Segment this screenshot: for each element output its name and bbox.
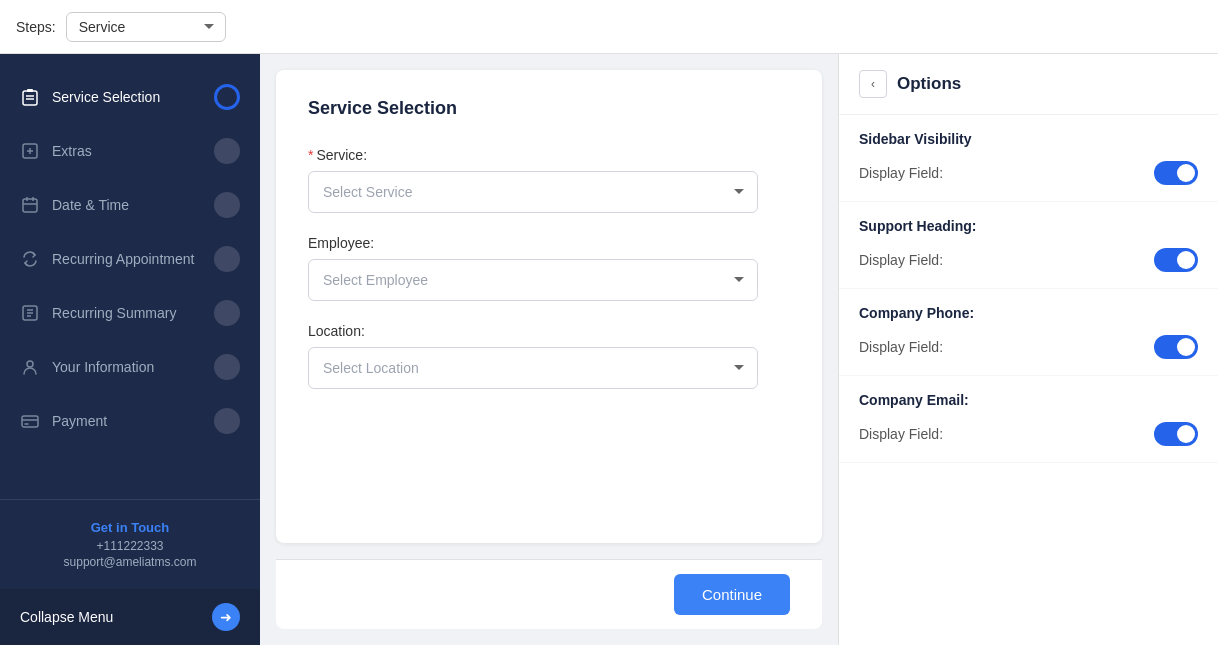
step-indicator-your-information: [214, 354, 240, 380]
svg-rect-0: [23, 91, 37, 105]
service-select[interactable]: Select Service: [308, 171, 758, 213]
sidebar-item-label-recurring-appointment: Recurring Appointment: [52, 250, 202, 268]
service-required-star: *: [308, 147, 313, 163]
svg-point-15: [27, 361, 33, 367]
steps-label: Steps:: [16, 19, 56, 35]
options-section-company-email: Company Email: Display Field:: [839, 376, 1218, 463]
service-label: * Service:: [308, 147, 790, 163]
options-back-button[interactable]: ‹: [859, 70, 887, 98]
options-header: ‹ Options: [839, 54, 1218, 115]
svg-rect-1: [27, 89, 33, 92]
step-indicator-payment: [214, 408, 240, 434]
svg-rect-16: [22, 416, 38, 427]
sidebar-item-label-date-time: Date & Time: [52, 196, 202, 214]
company-phone-label: Display Field:: [859, 339, 943, 355]
sidebar-item-your-information[interactable]: Your Information: [0, 340, 260, 394]
employee-select[interactable]: Select Employee: [308, 259, 758, 301]
employee-label-text: Employee:: [308, 235, 374, 251]
sidebar-footer: Get in Touch +111222333 support@ameliatm…: [0, 499, 260, 589]
back-chevron-icon: ‹: [871, 77, 875, 91]
sidebar-item-recurring-summary[interactable]: Recurring Summary: [0, 286, 260, 340]
credit-card-icon: [20, 411, 40, 431]
collapse-menu-button[interactable]: Collapse Menu ➜: [0, 589, 260, 645]
sidebar-item-label-extras: Extras: [52, 142, 202, 160]
sidebar-item-label-payment: Payment: [52, 412, 202, 430]
sidebar-visibility-title: Sidebar Visibility: [859, 131, 1198, 147]
plus-square-icon: [20, 141, 40, 161]
employee-field-group: Employee: Select Employee: [308, 235, 790, 301]
sidebar-visibility-label: Display Field:: [859, 165, 943, 181]
collapse-arrow-icon: ➜: [212, 603, 240, 631]
company-phone-title: Company Phone:: [859, 305, 1198, 321]
get-in-touch-label: Get in Touch: [20, 520, 240, 535]
location-field-group: Location: Select Location: [308, 323, 790, 389]
company-email-slider: [1154, 422, 1198, 446]
step-indicator-recurring-summary: [214, 300, 240, 326]
support-heading-label: Display Field:: [859, 252, 943, 268]
company-email-toggle[interactable]: [1154, 422, 1198, 446]
step-indicator-recurring-appointment: [214, 246, 240, 272]
list-icon: [20, 303, 40, 323]
step-indicator-extras: [214, 138, 240, 164]
employee-label: Employee:: [308, 235, 790, 251]
company-email-row: Display Field:: [859, 422, 1198, 446]
center-content: Service Selection * Service: Select Serv…: [260, 54, 838, 645]
repeat-icon: [20, 249, 40, 269]
sidebar-item-service-selection[interactable]: Service Selection: [0, 70, 260, 124]
sidebar-visibility-toggle[interactable]: [1154, 161, 1198, 185]
user-icon: [20, 357, 40, 377]
company-phone-toggle[interactable]: [1154, 335, 1198, 359]
support-heading-row: Display Field:: [859, 248, 1198, 272]
sidebar-item-label-service-selection: Service Selection: [52, 88, 202, 106]
sidebar-item-label-your-information: Your Information: [52, 358, 202, 376]
sidebar-item-extras[interactable]: Extras: [0, 124, 260, 178]
collapse-menu-label: Collapse Menu: [20, 609, 113, 625]
service-field-group: * Service: Select Service: [308, 147, 790, 213]
company-email-title: Company Email:: [859, 392, 1198, 408]
sidebar-item-label-recurring-summary: Recurring Summary: [52, 304, 202, 322]
sidebar-item-date-time[interactable]: Date & Time: [0, 178, 260, 232]
company-phone-row: Display Field:: [859, 335, 1198, 359]
contact-phone: +111222333: [20, 539, 240, 553]
sidebar-item-recurring-appointment[interactable]: Recurring Appointment: [0, 232, 260, 286]
location-label: Location:: [308, 323, 790, 339]
bottom-bar: Continue: [276, 559, 822, 629]
support-heading-title: Support Heading:: [859, 218, 1198, 234]
sidebar-nav: Service Selection Extras: [0, 54, 260, 499]
location-select[interactable]: Select Location: [308, 347, 758, 389]
options-section-company-phone: Company Phone: Display Field:: [839, 289, 1218, 376]
contact-email: support@ameliatms.com: [20, 555, 240, 569]
calendar-icon: [20, 195, 40, 215]
options-section-support-heading: Support Heading: Display Field:: [839, 202, 1218, 289]
svg-rect-7: [23, 199, 37, 212]
sidebar-visibility-row: Display Field:: [859, 161, 1198, 185]
support-heading-toggle[interactable]: [1154, 248, 1198, 272]
sidebar-item-payment[interactable]: Payment: [0, 394, 260, 448]
top-bar: Steps: Service: [0, 0, 1218, 54]
company-phone-slider: [1154, 335, 1198, 359]
clipboard-icon: [20, 87, 40, 107]
service-selection-card: Service Selection * Service: Select Serv…: [276, 70, 822, 543]
support-heading-slider: [1154, 248, 1198, 272]
location-label-text: Location:: [308, 323, 365, 339]
sidebar: Service Selection Extras: [0, 54, 260, 645]
continue-button[interactable]: Continue: [674, 574, 790, 615]
options-title: Options: [897, 74, 961, 94]
main-layout: Service Selection Extras: [0, 54, 1218, 645]
right-panel: ‹ Options Sidebar Visibility Display Fie…: [838, 54, 1218, 645]
service-label-text: Service:: [316, 147, 367, 163]
sidebar-visibility-slider: [1154, 161, 1198, 185]
company-email-label: Display Field:: [859, 426, 943, 442]
step-indicator-date-time: [214, 192, 240, 218]
options-section-sidebar-visibility: Sidebar Visibility Display Field:: [839, 115, 1218, 202]
step-indicator-service: [214, 84, 240, 110]
steps-select[interactable]: Service: [66, 12, 226, 42]
card-title: Service Selection: [308, 98, 790, 119]
